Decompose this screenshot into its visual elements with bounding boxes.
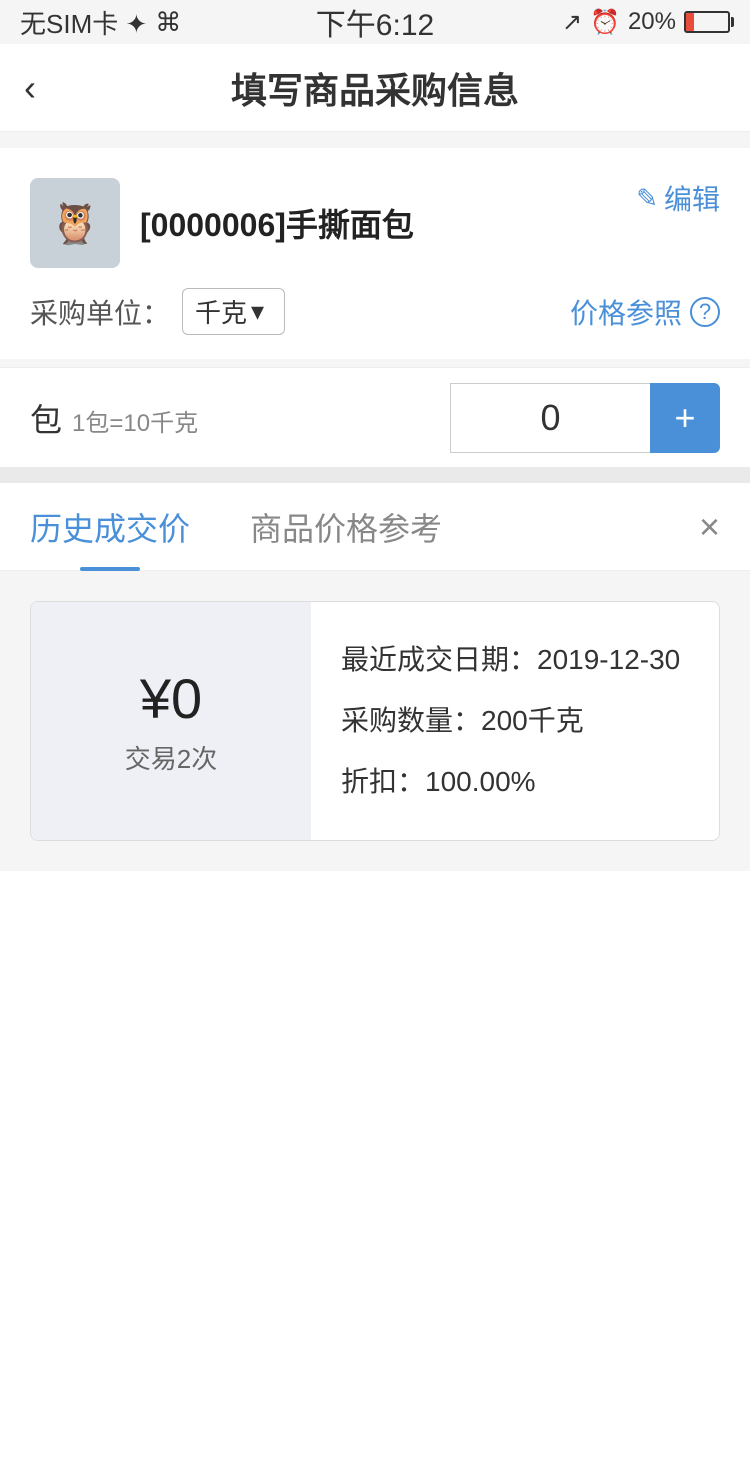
purchase-qty-value: 200千克 [481, 705, 584, 736]
quantity-plus-button[interactable]: + [650, 383, 720, 453]
discount-value: 100.00% [425, 766, 536, 797]
tab-active-indicator [80, 567, 140, 571]
tab-history-price[interactable]: 历史成交价 [30, 483, 190, 571]
quantity-value: 0 [540, 397, 560, 439]
tab-history-label: 历史成交价 [30, 504, 190, 550]
location-icon: ↗ [562, 8, 582, 37]
edit-icon: ✎ [636, 183, 658, 214]
unit-dropdown-icon: ▾ [251, 296, 264, 327]
edit-label: 编辑 [664, 178, 720, 218]
status-right: ↗ ⏰ 20% [562, 8, 730, 37]
history-content: ¥0 交易2次 最近成交日期：2019-12-30 采购数量：200千克 折扣：… [0, 571, 750, 871]
edit-button[interactable]: ✎ 编辑 [636, 178, 720, 218]
product-thumb-icon: 🦉 [50, 200, 100, 247]
status-left: 无SIM卡 ✦ ⌘ [20, 4, 181, 41]
tab-reference-label: 商品价格参考 [250, 504, 442, 550]
price-ref-label: 价格参照 [570, 292, 682, 332]
battery-percent: 20% [628, 8, 676, 36]
product-bottom-row: 采购单位： 千克 ▾ 价格参照 ? [30, 288, 720, 335]
history-price-panel: ¥0 交易2次 [31, 602, 311, 840]
product-id: [0000006] [140, 207, 286, 243]
battery-icon [684, 11, 730, 33]
history-latest-date: 最近成交日期：2019-12-30 [341, 638, 689, 683]
product-thumbnail: 🦉 [30, 178, 120, 268]
quantity-input[interactable]: 0 [450, 383, 650, 453]
product-name: [0000006]手撕面包 [140, 207, 414, 243]
tabs-container: 历史成交价 商品价格参考 [30, 483, 442, 571]
quantity-section: 包 1包=10千克 0 + [0, 367, 750, 467]
product-left: 🦉 [0000006]手撕面包 [30, 178, 414, 268]
alarm-icon: ⏰ [590, 8, 620, 37]
product-top-row: 🦉 [0000006]手撕面包 ✎ 编辑 [30, 178, 720, 268]
back-button[interactable]: ‹ [24, 67, 36, 109]
page-title: 填写商品采购信息 [231, 62, 519, 114]
bottom-area [0, 871, 750, 1471]
header: ‹ 填写商品采购信息 [0, 44, 750, 132]
tabs-section: 历史成交价 商品价格参考 × [0, 483, 750, 571]
sim-label: 无SIM卡 ✦ [20, 4, 147, 41]
status-bar: 无SIM卡 ✦ ⌘ 下午6:12 ↗ ⏰ 20% [0, 0, 750, 44]
latest-date-label: 最近成交日期： [341, 644, 537, 675]
unit-prefix-label: 采购单位： [30, 292, 170, 332]
history-transaction-count: 交易2次 [125, 739, 217, 776]
qty-unit-label: 包 [30, 395, 62, 441]
discount-label: 折扣： [341, 766, 425, 797]
history-price-value: ¥0 [140, 666, 202, 731]
product-card: 🦉 [0000006]手撕面包 ✎ 编辑 采购单位： 千克 ▾ 价格参照 ? [0, 148, 750, 359]
unit-select-value: 千克 [195, 293, 247, 330]
history-card: ¥0 交易2次 最近成交日期：2019-12-30 采购数量：200千克 折扣：… [30, 601, 720, 841]
qty-label: 包 1包=10千克 [30, 395, 198, 441]
tab-product-reference[interactable]: 商品价格参考 [250, 483, 442, 571]
section-separator [0, 467, 750, 483]
close-button[interactable]: × [699, 506, 720, 548]
product-title: 手撕面包 [286, 207, 414, 243]
history-details-panel: 最近成交日期：2019-12-30 采购数量：200千克 折扣：100.00% [311, 602, 719, 840]
help-symbol: ? [699, 299, 711, 325]
product-name-block: [0000006]手撕面包 [140, 200, 414, 246]
unit-row: 采购单位： 千克 ▾ [30, 288, 285, 335]
status-time: 下午6:12 [316, 0, 434, 44]
unit-select[interactable]: 千克 ▾ [182, 288, 285, 335]
price-reference-link[interactable]: 价格参照 ? [570, 292, 720, 332]
wifi-icon: ⌘ [155, 7, 181, 38]
history-purchase-qty: 采购数量：200千克 [341, 699, 689, 744]
qty-controls: 0 + [450, 383, 720, 453]
qty-sub-label: 1包=10千克 [72, 403, 198, 438]
latest-date-value: 2019-12-30 [537, 644, 680, 675]
price-ref-help-icon: ? [690, 297, 720, 327]
history-discount: 折扣：100.00% [341, 760, 689, 805]
purchase-qty-label: 采购数量： [341, 705, 481, 736]
